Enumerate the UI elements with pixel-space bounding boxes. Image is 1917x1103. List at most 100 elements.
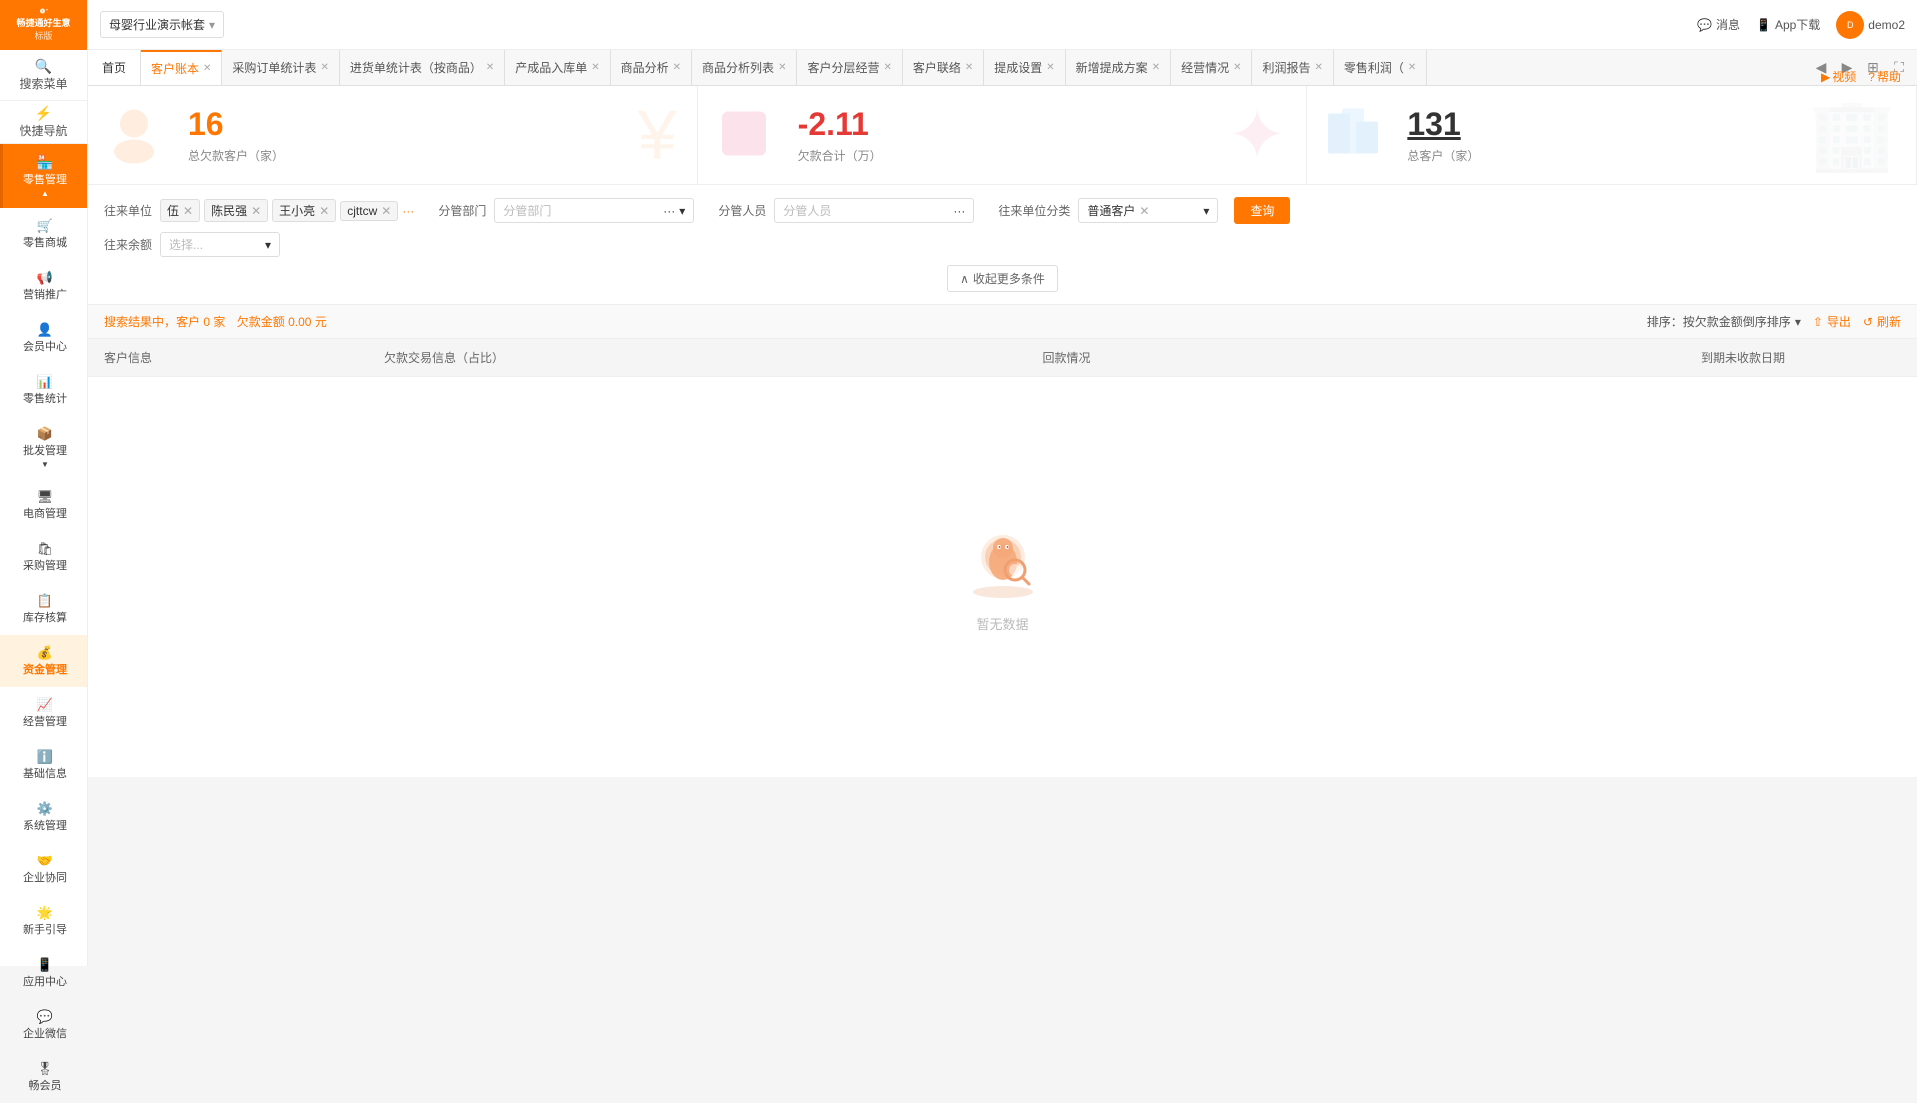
tab-inbound-stat-close[interactable]: ✕ <box>486 63 494 73</box>
tab-customer-contact-close[interactable]: ✕ <box>965 63 973 73</box>
sidebar-item-purchase[interactable]: 🛍 采购管理 <box>0 531 87 583</box>
content-area: 16 总欠款客户（家） ¥ ✦ -2.11 欠款合计（ <box>88 86 1917 966</box>
message-icon: 💬 <box>1697 18 1712 32</box>
sidebar-item-system[interactable]: ⚙️ 系统管理 <box>0 791 87 843</box>
tab-promotion-settings-close[interactable]: ✕ <box>1046 63 1054 73</box>
stat-overdue-customers-label: 总欠款客户（家） <box>188 147 284 164</box>
tab-product-analysis[interactable]: 商品分析 ✕ <box>611 50 692 86</box>
sidebar-item-operations[interactable]: 📈 经营管理 <box>0 687 87 739</box>
tab-home[interactable]: 首页 <box>88 50 141 86</box>
filter-dept-label: 分管部门 <box>438 202 486 219</box>
sidebar-item-basic[interactable]: ℹ️ 基础信息 <box>0 739 87 791</box>
sidebar-item-vip[interactable]: 🎖 畅会员 <box>0 1051 87 1103</box>
export-button[interactable]: ⇧ 导出 <box>1813 313 1851 330</box>
content-inner: 16 总欠款客户（家） ¥ ✦ -2.11 欠款合计（ <box>88 86 1917 777</box>
stat-overdue-amount-value: -2.11 <box>798 106 882 143</box>
stat-overdue-customers-info: 16 总欠款客户（家） <box>188 106 284 164</box>
topbar-right: 💬 消息 📱 App下载 D demo2 <box>1697 11 1905 39</box>
topbar: 母婴行业演示帐套 ▾ 💬 消息 📱 App下载 D demo2 <box>88 0 1917 50</box>
tab-operations-status[interactable]: 经营情况 ✕ <box>1171 50 1252 86</box>
refresh-button[interactable]: ↺ 刷新 <box>1863 313 1901 330</box>
sidebar-item-retail-stat[interactable]: 📊 零售统计 <box>0 364 87 416</box>
collapse-button[interactable]: ∧ 收起更多条件 <box>947 265 1058 292</box>
tab-add-promotion-close[interactable]: ✕ <box>1152 63 1160 73</box>
sidebar-item-wholesale[interactable]: 📦 批发管理 ▼ <box>0 416 87 479</box>
filter-tag-cjttcw-close[interactable]: ✕ <box>381 204 391 218</box>
tab-promotion-settings[interactable]: 提成设置 ✕ <box>984 50 1065 86</box>
tab-purchase-order[interactable]: 采购订单统计表 ✕ <box>222 50 339 86</box>
filter-tag-wang-close[interactable]: ✕ <box>319 204 329 218</box>
message-button[interactable]: 💬 消息 <box>1697 16 1740 33</box>
sidebar-item-wxwork[interactable]: 💬 企业微信 <box>0 999 87 1051</box>
table-header: 客户信息 欠款交易信息（占比） 回款情况 到期未收款日期 <box>88 339 1917 377</box>
tab-inbound-stat[interactable]: 进货单统计表（按商品） ✕ <box>340 50 505 86</box>
refresh-icon: ↺ <box>1863 315 1873 329</box>
tab-retail-profit[interactable]: 零售利润（ ✕ <box>1334 50 1427 86</box>
sidebar-item-ecommerce[interactable]: 🖥 电商管理 <box>0 479 87 531</box>
stat-card3-bg: 🏢 <box>1809 94 1896 176</box>
tab-product-analysis-list-close[interactable]: ✕ <box>778 63 786 73</box>
filter-category-close[interactable]: ✕ <box>1139 204 1149 218</box>
stat-total-customers-label: 总客户（家） <box>1407 147 1479 164</box>
tab-add-promotion[interactable]: 新增提成方案 ✕ <box>1066 50 1171 86</box>
filter-category-chevron: ▾ <box>1203 204 1209 218</box>
query-button[interactable]: 查询 <box>1234 197 1290 224</box>
sidebar-item-inventory[interactable]: 📋 库存核算 <box>0 583 87 635</box>
filter-tag-chen-close[interactable]: ✕ <box>251 204 261 218</box>
overdue-amount-bg-icon: ✦ <box>714 104 774 164</box>
stat-overdue-amount-label: 欠款合计（万） <box>798 147 882 164</box>
stat-total-customers-value: 131 <box>1407 106 1479 143</box>
tab-customer-account-close[interactable]: ✕ <box>203 64 211 74</box>
tab-cost-inbound[interactable]: 产成品入库单 ✕ <box>505 50 610 86</box>
tab-cost-inbound-close[interactable]: ✕ <box>591 63 599 73</box>
main-area: 母婴行业演示帐套 ▾ 💬 消息 📱 App下载 D demo2 首页 <box>88 0 1917 966</box>
sidebar-item-enterprise[interactable]: 🤝 企业协同 <box>0 843 87 895</box>
stat-card-overdue-amount: ✦ -2.11 欠款合计（万） ✦ <box>698 86 1308 184</box>
user-profile[interactable]: D demo2 <box>1836 11 1905 39</box>
tab-profit-report-close[interactable]: ✕ <box>1315 63 1323 73</box>
tab-purchase-order-close[interactable]: ✕ <box>320 63 328 73</box>
filter-category-select[interactable]: 普通客户 ✕ ▾ <box>1078 198 1218 223</box>
sidebar-item-marketing[interactable]: 📢 营销推广 <box>0 260 87 312</box>
app-download-button[interactable]: 📱 App下载 <box>1756 16 1820 33</box>
sidebar-logo-sub: 标版 <box>34 29 52 42</box>
tab-customer-account[interactable]: 客户账本 ✕ <box>141 50 222 86</box>
sidebar-item-search[interactable]: 🔍 搜索菜单 <box>0 50 87 101</box>
filter-unit-tags: 伍 ✕ 陈民强 ✕ 王小亮 ✕ cjttcw ✕ <box>160 199 414 222</box>
filter-tag-cjttcw: cjttcw ✕ <box>340 201 398 221</box>
tab-customer-contact[interactable]: 客户联络 ✕ <box>903 50 984 86</box>
tab-customer-tier[interactable]: 客户分层经营 ✕ <box>797 50 902 86</box>
tab-retail-profit-close[interactable]: ✕ <box>1408 63 1416 73</box>
sidebar-item-appcenter[interactable]: 📱 应用中心 <box>0 947 87 999</box>
filter-person-select[interactable]: 分管人员 ··· <box>774 198 974 223</box>
results-info: 搜索结果中，客户 0 家 欠款金额 0.00 元 <box>104 313 327 330</box>
tab-product-analysis-close[interactable]: ✕ <box>673 63 681 73</box>
sidebar-item-finance[interactable]: 💰 资金管理 <box>0 635 87 687</box>
col-due-date: 到期未收款日期 <box>1701 349 1901 366</box>
sidebar-logo-text: 畅捷通好生意 <box>16 16 70 29</box>
filter-amount-select[interactable]: 选择... ▾ <box>160 232 280 257</box>
sidebar-item-retail-mall[interactable]: 🛒 零售商城 <box>0 208 87 260</box>
overdue-customers-bg-icon <box>104 104 164 164</box>
col-overdue-info: 欠款交易信息（占比） <box>384 349 1043 366</box>
sidebar-item-member[interactable]: 👤 会员中心 <box>0 312 87 364</box>
industry-selector[interactable]: 母婴行业演示帐套 ▾ <box>100 11 224 38</box>
stat-card-total-customers: 131 总客户（家） 🏢 <box>1307 86 1917 184</box>
filter-more-tags[interactable]: ··· <box>402 204 414 218</box>
tab-product-analysis-list[interactable]: 商品分析列表 ✕ <box>692 50 797 86</box>
sidebar-item-retail[interactable]: 🏪 零售管理 ▲ <box>0 144 87 208</box>
sidebar-item-quick[interactable]: ⚡ 快捷导航 <box>0 101 87 144</box>
sidebar-item-newbie[interactable]: 🌟 新手引导 <box>0 895 87 947</box>
col-customer-info: 客户信息 <box>104 349 384 366</box>
tab-customer-tier-close[interactable]: ✕ <box>883 63 891 73</box>
collapse-row: ∧ 收起更多条件 <box>104 265 1901 292</box>
sort-button[interactable]: 排序：按欠款金额倒序排序 ▾ <box>1647 313 1801 330</box>
stat-card1-bg: ¥ <box>638 95 677 175</box>
filter-dept-select[interactable]: 分管部门 ··· ▾ <box>494 198 694 223</box>
tab-operations-status-close[interactable]: ✕ <box>1233 63 1241 73</box>
filter-tag-wu-close[interactable]: ✕ <box>183 204 193 218</box>
filter-category-label: 往来单位分类 <box>998 202 1070 219</box>
data-table: 客户信息 欠款交易信息（占比） 回款情况 到期未收款日期 <box>88 339 1917 777</box>
filter-unit-label: 往来单位 <box>104 202 152 219</box>
tab-profit-report[interactable]: 利润报告 ✕ <box>1252 50 1333 86</box>
